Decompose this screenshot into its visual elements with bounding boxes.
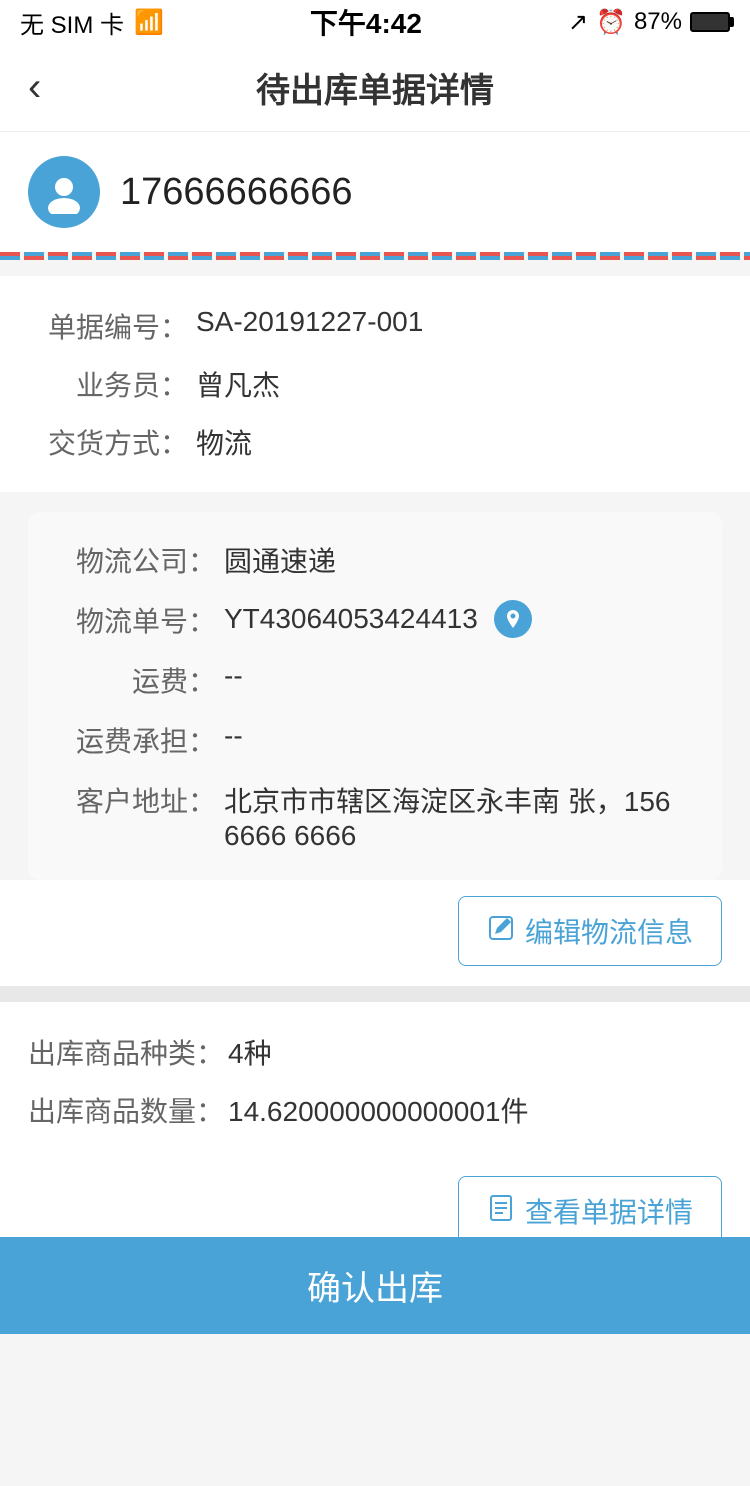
logistics-freightbear-label: 运费承担：	[56, 720, 216, 760]
user-header: 17666666666	[0, 132, 750, 252]
confirm-btn-wrap[interactable]: 确认出库	[0, 1237, 750, 1334]
logistics-company-row: 物流公司： 圆通速递	[56, 540, 694, 580]
salesman-row: 业务员： 曾凡杰	[28, 364, 722, 404]
status-time: 下午4:42	[310, 2, 422, 42]
wifi-icon: 📶	[134, 8, 164, 37]
delivery-label: 交货方式：	[28, 422, 188, 462]
salesman-value: 曾凡杰	[196, 364, 722, 404]
nav-bar: ‹ 待出库单据详情	[0, 44, 750, 132]
battery-icon	[690, 12, 730, 32]
logistics-freight-label: 运费：	[56, 660, 216, 700]
dashed-divider	[0, 252, 750, 260]
goods-count-value: 14.620000000000001件	[228, 1090, 529, 1130]
goods-type-label: 出库商品种类：	[28, 1032, 228, 1072]
order-no-label: 单据编号：	[28, 306, 188, 346]
logistics-tracking-label: 物流单号：	[56, 600, 216, 640]
logistics-freight-value: --	[224, 660, 694, 692]
back-button[interactable]: ‹	[28, 65, 41, 110]
logistics-card: 物流公司： 圆通速递 物流单号： YT43064053424413 运费： --…	[28, 512, 722, 880]
page-title: 待出库单据详情	[256, 63, 494, 112]
goods-section: 出库商品种类： 4种 出库商品数量： 14.620000000000001件	[0, 1002, 750, 1160]
logistics-company-value: 圆通速递	[224, 540, 694, 580]
avatar	[28, 156, 100, 228]
order-info-section: 单据编号： SA-20191227-001 业务员： 曾凡杰 交货方式： 物流	[0, 276, 750, 492]
battery-text: 87%	[634, 8, 682, 36]
edit-logistics-btn-wrap: 编辑物流信息	[0, 880, 750, 986]
view-detail-button[interactable]: 查看单据详情	[458, 1176, 722, 1246]
goods-count-row: 出库商品数量： 14.620000000000001件	[28, 1090, 722, 1130]
confirm-btn-text: 确认出库	[307, 1270, 443, 1308]
goods-type-row: 出库商品种类： 4种	[28, 1032, 722, 1072]
document-icon	[487, 1194, 515, 1229]
logistics-tracking-value: YT43064053424413	[224, 600, 694, 638]
delivery-value: 物流	[196, 422, 722, 462]
logistics-freightbear-row: 运费承担： --	[56, 720, 694, 760]
location-icon: ↗	[568, 8, 588, 37]
track-location-button[interactable]	[494, 600, 532, 638]
goods-type-value: 4种	[228, 1032, 272, 1072]
status-bar: 无 SIM 卡 📶 下午4:42 ↗ ⏰ 87%	[0, 0, 750, 44]
salesman-label: 业务员：	[28, 364, 188, 404]
status-left: 无 SIM 卡 📶	[20, 5, 164, 40]
logistics-address-row: 客户地址： 北京市市辖区海淀区永丰南 张，156 6666 6666	[56, 780, 694, 852]
status-right: ↗ ⏰ 87%	[568, 8, 730, 37]
logistics-company-label: 物流公司：	[56, 540, 216, 580]
user-phone: 17666666666	[120, 171, 352, 214]
logistics-address-label: 客户地址：	[56, 780, 216, 820]
carrier-text: 无 SIM 卡	[20, 5, 124, 40]
logistics-freightbear-value: --	[224, 720, 694, 752]
edit-logistics-button[interactable]: 编辑物流信息	[458, 896, 722, 966]
logistics-tracking-row: 物流单号： YT43064053424413	[56, 600, 694, 640]
order-no-value: SA-20191227-001	[196, 306, 722, 338]
logistics-freight-row: 运费： --	[56, 660, 694, 700]
view-detail-label: 查看单据详情	[525, 1191, 693, 1231]
order-no-row: 单据编号： SA-20191227-001	[28, 306, 722, 346]
logistics-address-value: 北京市市辖区海淀区永丰南 张，156 6666 6666	[224, 780, 694, 852]
edit-icon	[487, 914, 515, 949]
goods-count-label: 出库商品数量：	[28, 1090, 228, 1130]
alarm-icon: ⏰	[596, 8, 626, 37]
edit-logistics-label: 编辑物流信息	[525, 911, 693, 951]
delivery-row: 交货方式： 物流	[28, 422, 722, 462]
section-divider	[0, 986, 750, 1002]
